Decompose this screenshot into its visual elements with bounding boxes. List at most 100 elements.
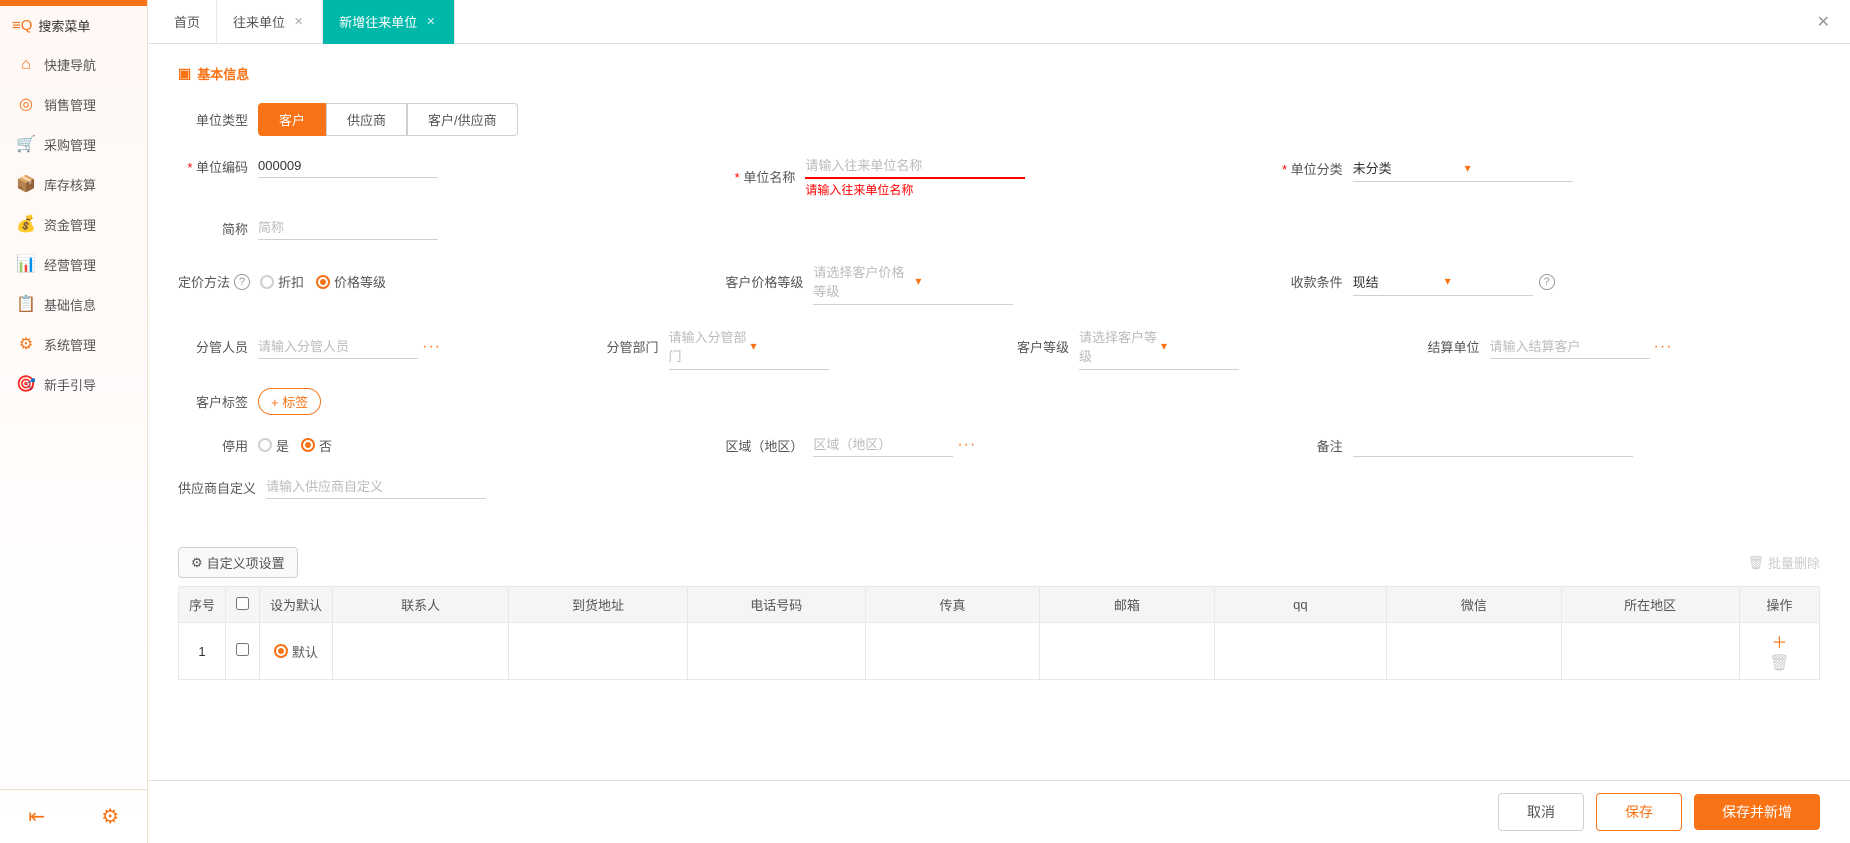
disabled-yes-option[interactable]: 是 <box>258 436 289 455</box>
row-manager: 分管人员 ··· 分管部门 请输入分管部门 ▾ 客户等级 请选择客户等级 ▾ 结… <box>178 323 1820 370</box>
row-phone[interactable] <box>687 623 865 680</box>
tab-partner[interactable]: 往来单位 ✕ <box>217 0 323 44</box>
row-email-input[interactable] <box>1058 644 1196 659</box>
manager-input[interactable] <box>258 335 418 359</box>
row-default-radio-item[interactable]: 默认 <box>270 642 322 661</box>
unit-name-input[interactable] <box>805 154 1025 179</box>
col-region: 所在地区 <box>1561 587 1739 623</box>
inventory-icon: 📦 <box>16 174 36 194</box>
payment-terms-select[interactable]: 现结 ▾ <box>1353 268 1533 296</box>
row-contact[interactable] <box>333 623 509 680</box>
row-fax[interactable] <box>865 623 1039 680</box>
tab-partner-close[interactable]: ✕ <box>291 14 306 29</box>
disabled-no-option[interactable]: 否 <box>301 436 332 455</box>
field-manager: 分管人员 ··· <box>178 335 589 359</box>
region-more-btn[interactable]: ··· <box>953 436 980 454</box>
sidebar-item-guide[interactable]: 🎯 新手引导 <box>0 364 147 404</box>
row-wechat[interactable] <box>1387 623 1561 680</box>
sidebar-item-purchase[interactable]: 🛒 采购管理 <box>0 124 147 164</box>
row-region[interactable] <box>1561 623 1739 680</box>
pricing-discount-label: 折扣 <box>278 272 304 291</box>
customer-price-level-label: 客户价格等级 <box>725 272 813 291</box>
manager-label: 分管人员 <box>178 337 258 356</box>
sidebar-search-label: 搜索菜单 <box>38 16 90 35</box>
custom-settings-btn[interactable]: ⚙ 自定义项设置 <box>178 547 298 578</box>
department-select[interactable]: 请输入分管部门 ▾ <box>669 323 829 370</box>
supplier-custom-input[interactable] <box>266 475 486 499</box>
row-address[interactable] <box>509 623 687 680</box>
sidebar-search[interactable]: ≡Q 搜索菜单 <box>0 6 147 45</box>
sidebar-item-label: 基础信息 <box>44 295 96 314</box>
row-add-btn[interactable]: ＋ <box>1765 633 1793 654</box>
sidebar-item-finance[interactable]: 💰 资金管理 <box>0 204 147 244</box>
batch-delete-btn[interactable]: 🗑 批量删除 <box>1747 553 1820 572</box>
col-default: 设为默认 <box>260 587 333 623</box>
row-wechat-input[interactable] <box>1405 644 1543 659</box>
department-placeholder: 请输入分管部门 <box>669 327 747 365</box>
customer-level-select[interactable]: 请选择客户等级 ▾ <box>1079 323 1239 370</box>
row-checkbox[interactable] <box>236 643 249 656</box>
unit-name-error: 请输入往来单位名称 <box>805 181 1025 198</box>
sidebar-item-sales[interactable]: ◎ 销售管理 <box>0 84 147 124</box>
add-tag-button[interactable]: + 标签 <box>258 388 321 415</box>
operations-icon: 📊 <box>16 254 36 274</box>
row-supplier-custom: 供应商自定义 <box>178 475 1820 499</box>
sidebar-item-system[interactable]: ⚙ 系统管理 <box>0 324 147 364</box>
unit-type-customer-btn[interactable]: 客户 <box>258 103 326 136</box>
row-qq[interactable] <box>1214 623 1387 680</box>
manager-more-btn[interactable]: ··· <box>418 338 445 356</box>
short-name-input[interactable] <box>258 216 438 240</box>
guide-icon: 🎯 <box>16 374 36 394</box>
sidebar-item-basic-info[interactable]: 📋 基础信息 <box>0 284 147 324</box>
row-checkbox-cell[interactable] <box>226 623 260 680</box>
basic-info-icon: 📋 <box>16 294 36 314</box>
settlement-unit-label: 结算单位 <box>1410 337 1490 356</box>
pricing-help-icon[interactable]: ? <box>234 274 250 290</box>
row-delete-btn[interactable]: 🗑 <box>1763 653 1795 674</box>
select-all-checkbox[interactable] <box>236 597 249 610</box>
tab-new-partner[interactable]: 新增往来单位 ✕ <box>323 0 455 44</box>
field-department: 分管部门 请输入分管部门 ▾ <box>589 323 1000 370</box>
customer-price-level-select[interactable]: 请选择客户价格等级 ▾ <box>813 258 1013 305</box>
settlement-unit-more-btn[interactable]: ··· <box>1650 338 1677 356</box>
row-address-input[interactable] <box>527 644 669 659</box>
unit-type-both-btn[interactable]: 客户/供应商 <box>407 103 518 136</box>
pricing-level-option[interactable]: 价格等级 <box>316 272 386 291</box>
tab-new-partner-close[interactable]: ✕ <box>423 14 438 29</box>
unit-category-select[interactable]: 未分类 ▾ <box>1353 154 1573 182</box>
settlement-unit-input[interactable] <box>1490 335 1650 359</box>
close-all-tabs-button[interactable]: ✕ <box>1807 12 1840 32</box>
section-title: ▣ 基本信息 <box>178 64 1820 83</box>
sidebar-bottom: ⇤ ⚙ <box>0 789 147 843</box>
payment-terms-help-icon[interactable]: ? <box>1539 274 1555 290</box>
row-phone-input[interactable] <box>705 644 847 659</box>
gear-icon: ⚙ <box>191 555 203 571</box>
unit-type-group: 客户 供应商 客户/供应商 <box>258 103 518 136</box>
unit-type-supplier-btn[interactable]: 供应商 <box>326 103 407 136</box>
remarks-input[interactable] <box>1353 433 1633 457</box>
section-icon: ▣ <box>178 65 191 82</box>
disabled-yes-label: 是 <box>276 436 289 455</box>
save-button[interactable]: 保存 <box>1596 793 1682 831</box>
unit-code-input[interactable] <box>258 154 438 178</box>
pricing-discount-option[interactable]: 折扣 <box>260 272 304 291</box>
sidebar-settings-btn[interactable]: ⚙ <box>74 798 148 835</box>
sidebar-item-inventory[interactable]: 📦 库存核算 <box>0 164 147 204</box>
cancel-button[interactable]: 取消 <box>1498 793 1584 831</box>
sidebar-item-quick-nav[interactable]: ⌂ 快捷导航 <box>0 45 147 84</box>
row-fax-input[interactable] <box>884 644 1022 659</box>
save-new-button[interactable]: 保存并新增 <box>1694 794 1820 830</box>
supplier-custom-label: 供应商自定义 <box>178 478 266 497</box>
sidebar-collapse-btn[interactable]: ⇤ <box>0 798 74 835</box>
unit-category-value: 未分类 <box>1353 158 1461 177</box>
row-contact-input[interactable] <box>351 644 491 659</box>
row-email[interactable] <box>1040 623 1214 680</box>
sidebar-item-operations[interactable]: 📊 经营管理 <box>0 244 147 284</box>
pricing-radio-group: 折扣 价格等级 <box>260 272 386 291</box>
row-actions: ＋ 🗑 <box>1739 623 1819 680</box>
row-region-input[interactable] <box>1579 644 1721 659</box>
row-qq-input[interactable] <box>1232 644 1368 659</box>
tab-home[interactable]: 首页 <box>158 0 217 44</box>
main-content: 首页 往来单位 ✕ 新增往来单位 ✕ ✕ ▣ 基本信息 单位类型 客户 供应商 … <box>148 0 1850 843</box>
region-input[interactable] <box>813 433 953 457</box>
